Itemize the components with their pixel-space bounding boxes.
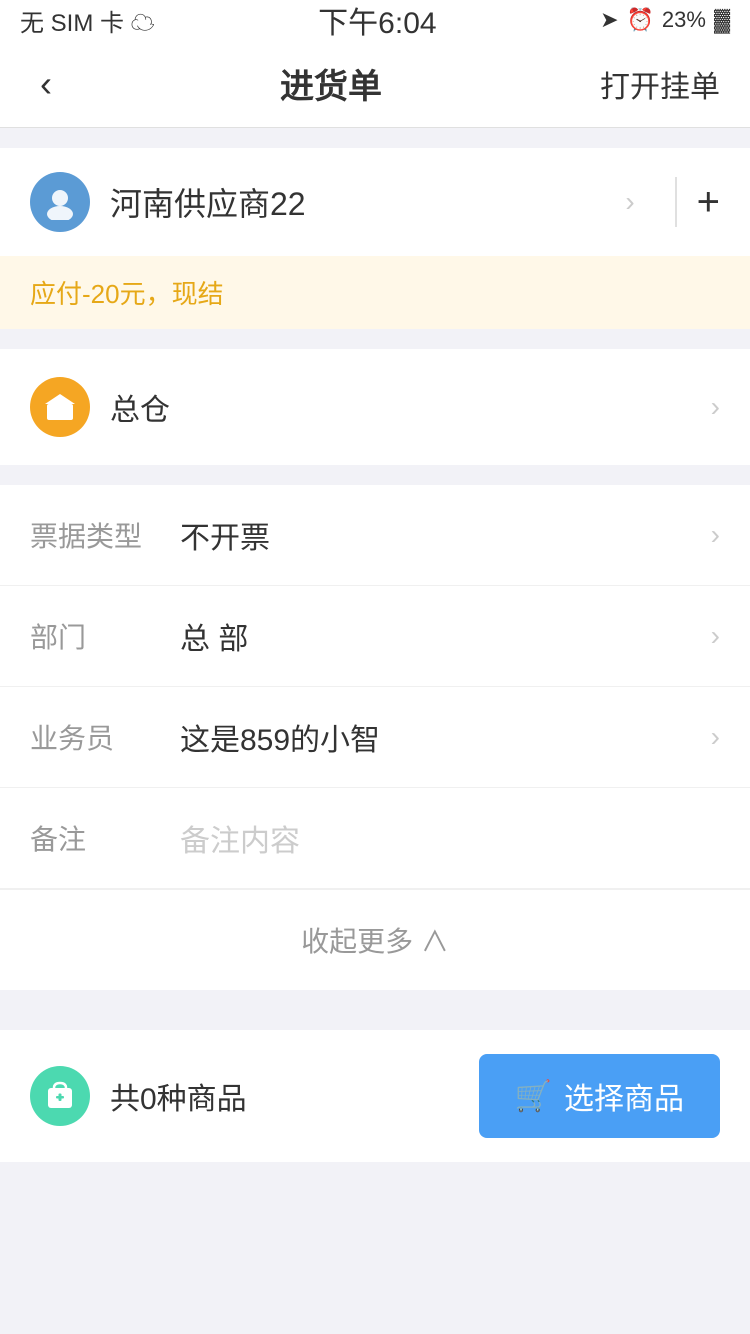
department-value: 总 部	[180, 614, 711, 658]
supplier-row[interactable]: 河南供应商22 › +	[0, 148, 750, 256]
supplier-name: 河南供应商22	[110, 179, 625, 225]
back-button[interactable]: ‹	[30, 53, 62, 115]
product-count-label: 共0种商品	[110, 1074, 479, 1118]
open-pending-button[interactable]: 打开挂单	[600, 62, 720, 106]
department-label: 部门	[30, 616, 180, 656]
notice-banner: 应付-20元，现结	[0, 256, 750, 329]
warehouse-chevron-icon: ›	[711, 391, 720, 423]
section-gap-3	[0, 465, 750, 485]
remarks-input[interactable]: 备注内容	[180, 816, 720, 860]
product-icon	[30, 1066, 90, 1126]
status-bar: 无 SIM 卡 ☁ 下午6:04 ➤ ⏰ 23% ▓	[0, 0, 750, 40]
warehouse-icon	[30, 377, 90, 437]
collapse-toggle[interactable]: 收起更多 ∧	[0, 889, 750, 990]
department-row[interactable]: 部门 总 部 ›	[0, 586, 750, 687]
warehouse-row[interactable]: 总仓 ›	[0, 349, 750, 465]
salesman-value: 这是859的小智	[180, 715, 711, 759]
warehouse-card: 总仓 ›	[0, 349, 750, 465]
bottom-section: 共0种商品 🛒 选择商品	[0, 1030, 750, 1162]
page-title: 进货单	[280, 59, 382, 108]
sim-indicator: 无 SIM 卡 ☁	[20, 3, 155, 38]
divider	[675, 177, 677, 227]
section-gap-2	[0, 329, 750, 349]
salesman-label: 业务员	[30, 717, 180, 757]
remarks-label: 备注	[30, 818, 180, 858]
select-product-button[interactable]: 🛒 选择商品	[479, 1054, 720, 1138]
invoice-type-value: 不开票	[180, 513, 711, 557]
invoice-type-row[interactable]: 票据类型 不开票 ›	[0, 485, 750, 586]
salesman-row[interactable]: 业务员 这是859的小智 ›	[0, 687, 750, 788]
location-icon: ➤	[600, 7, 618, 33]
supplier-chevron-icon: ›	[625, 186, 634, 218]
battery-indicator: 23%	[662, 7, 706, 33]
battery-icon: ▓	[714, 7, 730, 33]
status-left: 无 SIM 卡 ☁	[20, 3, 155, 38]
section-gap-4	[0, 990, 750, 1010]
nav-bar: ‹ 进货单 打开挂单	[0, 40, 750, 128]
add-supplier-button[interactable]: +	[697, 182, 720, 222]
supplier-avatar	[30, 172, 90, 232]
select-product-icon: 🛒	[515, 1079, 552, 1114]
section-gap-1	[0, 128, 750, 148]
department-chevron-icon: ›	[711, 620, 720, 652]
supplier-card: 河南供应商22 › + 应付-20元，现结	[0, 148, 750, 329]
alarm-icon: ⏰	[627, 7, 654, 33]
invoice-type-chevron-icon: ›	[711, 519, 720, 551]
remarks-row[interactable]: 备注 备注内容	[0, 788, 750, 889]
status-time: 下午6:04	[318, 0, 436, 42]
salesman-chevron-icon: ›	[711, 721, 720, 753]
status-right: ➤ ⏰ 23% ▓	[600, 7, 730, 33]
invoice-type-label: 票据类型	[30, 515, 180, 555]
warehouse-name: 总仓	[110, 385, 711, 429]
select-product-label: 选择商品	[564, 1074, 684, 1118]
fields-card: 票据类型 不开票 › 部门 总 部 › 业务员 这是859的小智 › 备注 备注…	[0, 485, 750, 990]
